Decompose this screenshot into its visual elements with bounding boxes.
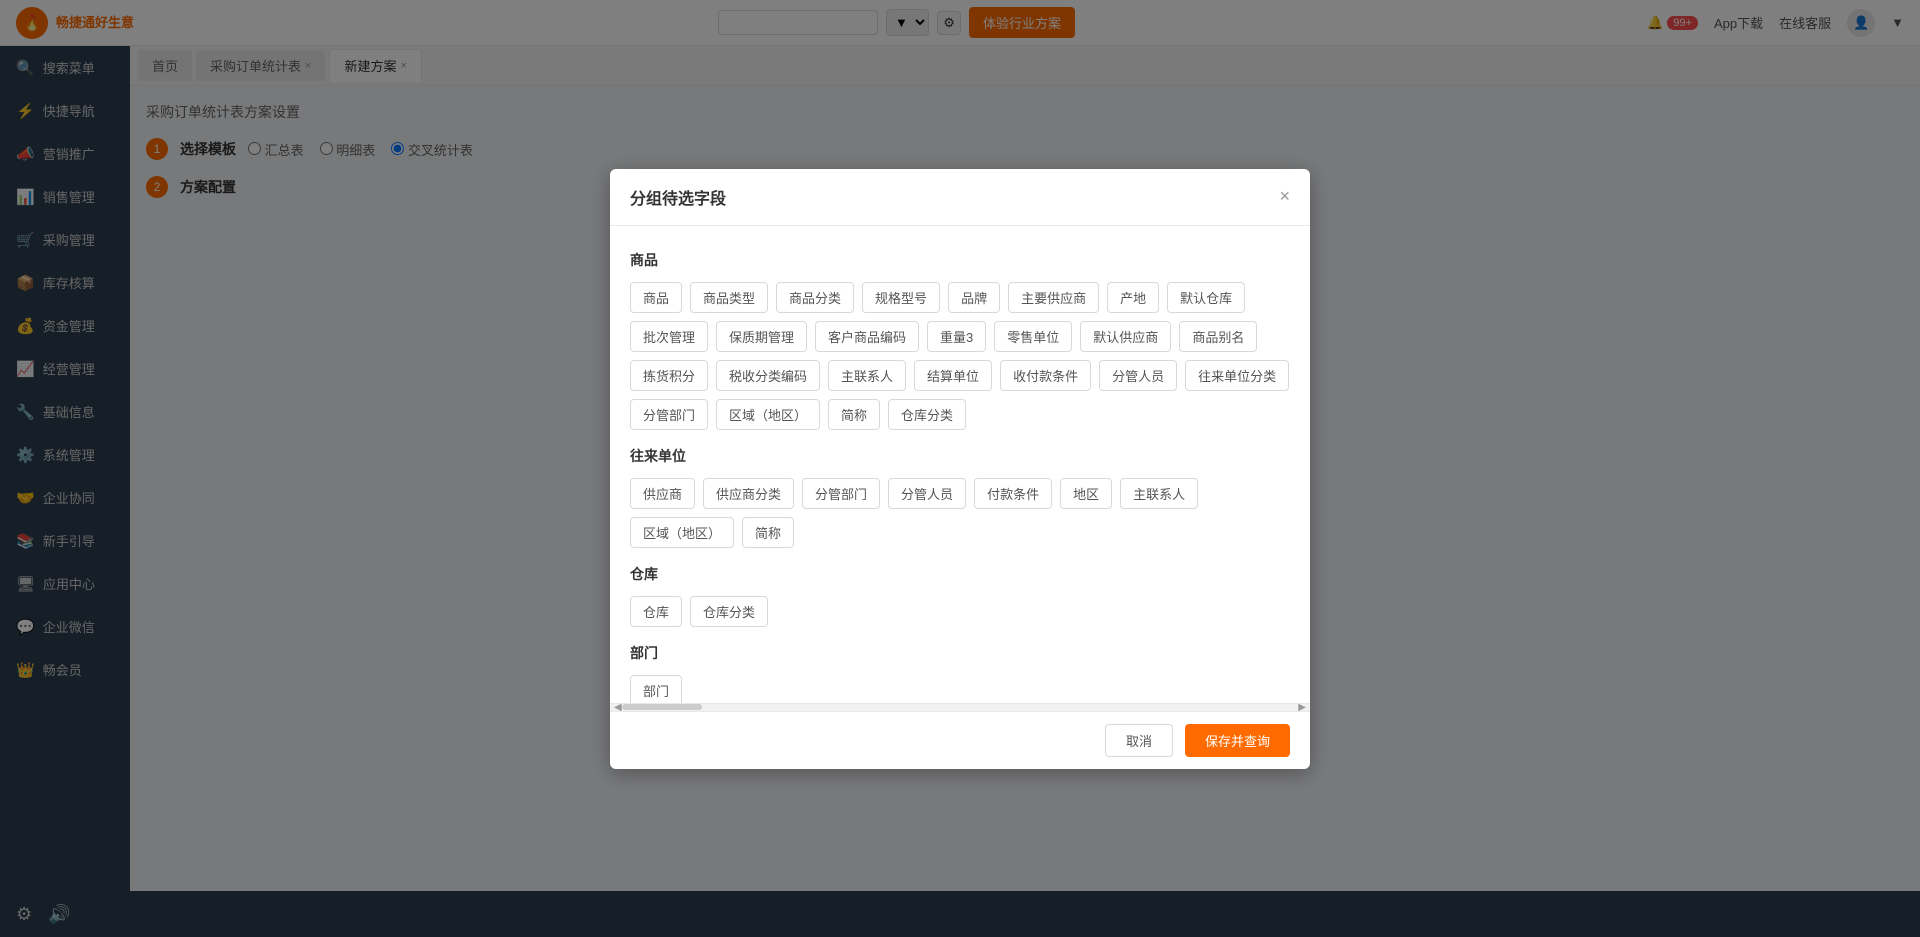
scroll-thumb[interactable] — [622, 704, 702, 710]
field-chip[interactable]: 重量3 — [927, 321, 986, 352]
field-chip[interactable]: 主要供应商 — [1008, 282, 1099, 313]
field-chip[interactable]: 保质期管理 — [716, 321, 807, 352]
section-title-product: 商品 — [630, 250, 1290, 270]
department-fields: 部门 — [630, 675, 1290, 703]
field-chip[interactable]: 仓库 — [630, 596, 682, 627]
field-chip[interactable]: 主联系人 — [828, 360, 906, 391]
scroll-track — [622, 704, 1299, 710]
section-title-partner: 往来单位 — [630, 446, 1290, 466]
field-chip[interactable]: 仓库分类 — [888, 399, 966, 430]
field-chip[interactable]: 简称 — [742, 517, 794, 548]
field-chip[interactable]: 分管人员 — [1099, 360, 1177, 391]
field-chip[interactable]: 区域（地区） — [716, 399, 820, 430]
field-chip[interactable]: 批次管理 — [630, 321, 708, 352]
field-chip[interactable]: 默认仓库 — [1167, 282, 1245, 313]
modal: 分组待选字段 × 商品 商品 商品类型 商品分类 规格型号 品牌 主要供应商 产… — [610, 169, 1310, 769]
field-chip[interactable]: 商品别名 — [1179, 321, 1257, 352]
field-chip[interactable]: 商品类型 — [690, 282, 768, 313]
field-chip[interactable]: 客户商品编码 — [815, 321, 919, 352]
field-chip[interactable]: 供应商 — [630, 478, 695, 509]
field-chip[interactable]: 往来单位分类 — [1185, 360, 1289, 391]
field-chip[interactable]: 品牌 — [948, 282, 1000, 313]
section-title-warehouse: 仓库 — [630, 564, 1290, 584]
field-chip[interactable]: 仓库分类 — [690, 596, 768, 627]
field-chip[interactable]: 简称 — [828, 399, 880, 430]
confirm-button[interactable]: 保存并查询 — [1185, 724, 1290, 757]
modal-footer: 取消 保存并查询 — [610, 711, 1310, 769]
section-title-department: 部门 — [630, 643, 1290, 663]
modal-horizontal-scrollbar[interactable]: ◀ ▶ — [610, 703, 1310, 711]
field-chip[interactable]: 收付款条件 — [1000, 360, 1091, 391]
field-chip[interactable]: 付款条件 — [974, 478, 1052, 509]
field-chip[interactable]: 产地 — [1107, 282, 1159, 313]
field-chip[interactable]: 部门 — [630, 675, 682, 703]
field-chip[interactable]: 默认供应商 — [1080, 321, 1171, 352]
field-chip[interactable]: 税收分类编码 — [716, 360, 820, 391]
field-chip[interactable]: 零售单位 — [994, 321, 1072, 352]
field-chip[interactable]: 地区 — [1060, 478, 1112, 509]
modal-title: 分组待选字段 — [630, 185, 726, 209]
warehouse-fields: 仓库 仓库分类 — [630, 596, 1290, 627]
field-chip[interactable]: 分管部门 — [802, 478, 880, 509]
modal-header: 分组待选字段 × — [610, 169, 1310, 226]
cancel-button[interactable]: 取消 — [1105, 724, 1173, 757]
product-fields: 商品 商品类型 商品分类 规格型号 品牌 主要供应商 产地 默认仓库 批次管理 … — [630, 282, 1290, 430]
modal-body: 商品 商品 商品类型 商品分类 规格型号 品牌 主要供应商 产地 默认仓库 批次… — [610, 226, 1310, 703]
field-chip[interactable]: 供应商分类 — [703, 478, 794, 509]
modal-close-btn[interactable]: × — [1279, 186, 1290, 207]
field-chip[interactable]: 主联系人 — [1120, 478, 1198, 509]
field-chip[interactable]: 商品分类 — [776, 282, 854, 313]
field-chip[interactable]: 区域（地区） — [630, 517, 734, 548]
field-chip[interactable]: 结算单位 — [914, 360, 992, 391]
field-chip[interactable]: 分管部门 — [630, 399, 708, 430]
field-chip[interactable]: 分管人员 — [888, 478, 966, 509]
field-chip[interactable]: 商品 — [630, 282, 682, 313]
modal-overlay: 分组待选字段 × 商品 商品 商品类型 商品分类 规格型号 品牌 主要供应商 产… — [0, 0, 1920, 937]
field-chip[interactable]: 规格型号 — [862, 282, 940, 313]
partner-fields: 供应商 供应商分类 分管部门 分管人员 付款条件 地区 主联系人 区域（地区） … — [630, 478, 1290, 548]
field-chip[interactable]: 拣货积分 — [630, 360, 708, 391]
